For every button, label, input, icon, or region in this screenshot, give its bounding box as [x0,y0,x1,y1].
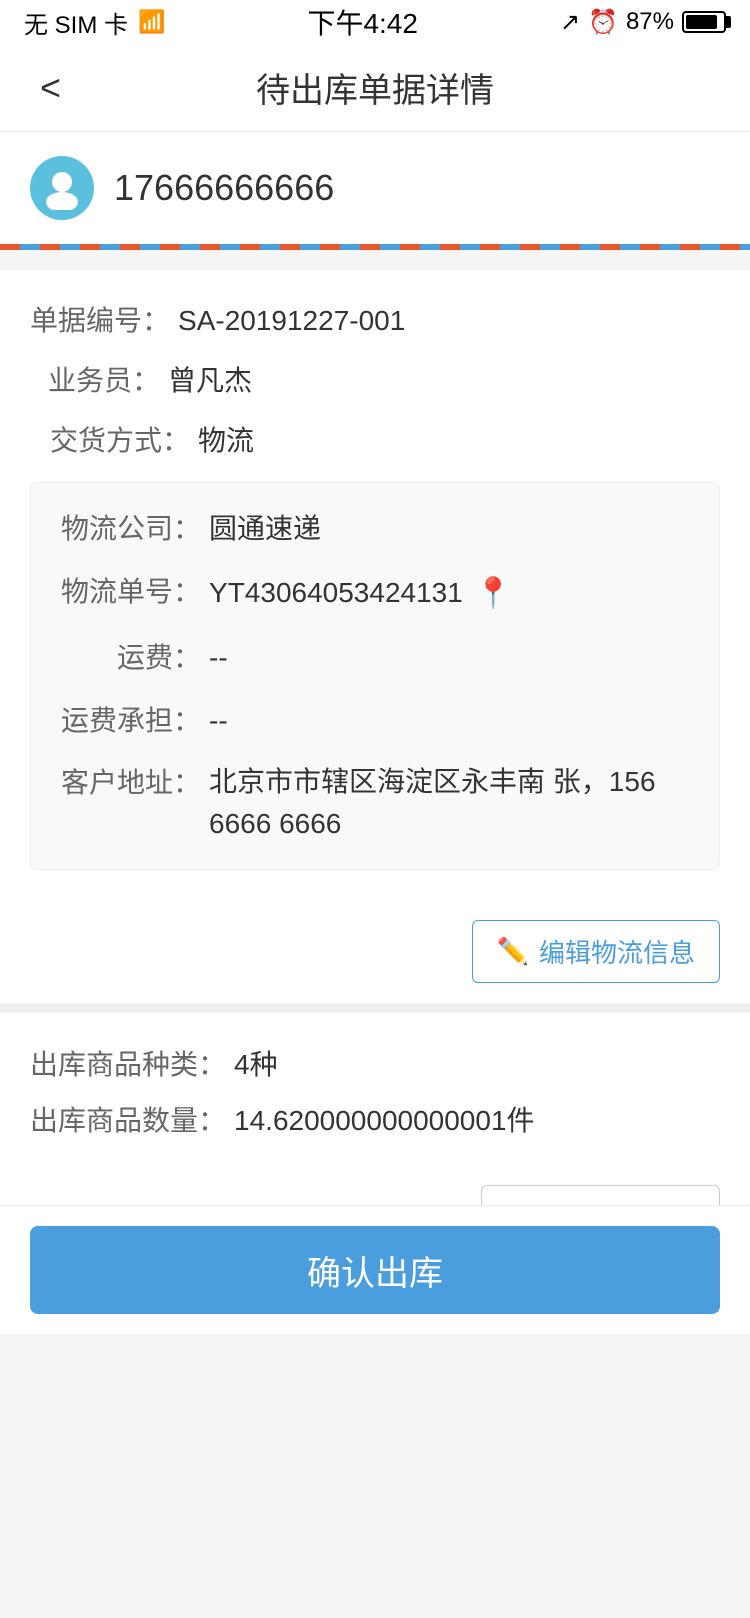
address-value: 北京市市辖区海淀区永丰南 张，156 6666 6666 [201,761,689,845]
freight-row: 运费： -- [61,636,689,681]
tracking-no-value: YT43064053424131 📍 [201,570,689,618]
goods-quantity-label: 出库商品数量： [30,1099,226,1139]
customer-section: 17666666666 [0,132,750,244]
tracking-no-row: 物流单号： YT43064053424131 📍 [61,570,689,618]
logistics-card: 物流公司： 圆通速递 物流单号： YT43064053424131 📍 运费： … [30,482,720,870]
address-label: 客户地址： [61,761,201,806]
order-no-value: SA-20191227-001 [170,300,720,342]
goods-section: 出库商品种类： 4种 出库商品数量： 14.620000000000001件 [0,1013,750,1175]
page-title: 待出库单据详情 [256,63,494,112]
section-divider [0,1003,750,1013]
edit-logistics-button[interactable]: ✏️ 编辑物流信息 [472,920,720,983]
location-service-icon: ↗ [560,8,580,37]
freight-value: -- [201,636,689,681]
order-info-section: 单据编号： SA-20191227-001 业务员： 曾凡杰 交货方式： 物流 … [0,270,750,900]
status-time: 下午4:42 [307,2,418,42]
status-left: 无 SIM 卡 📶 [24,5,165,40]
freight-bear-row: 运费承担： -- [61,699,689,744]
battery-icon [682,11,726,33]
user-avatar-icon [40,166,84,210]
logistics-company-value: 圆通速递 [201,507,689,552]
back-button[interactable]: < [30,57,71,119]
dashed-divider [0,244,750,250]
freight-bear-label: 运费承担： [61,699,201,744]
goods-type-value: 4种 [226,1043,278,1083]
sales-person-row: 业务员： 曾凡杰 [30,360,720,402]
status-bar: 无 SIM 卡 📶 下午4:42 ↗ ⏰ 87% [0,0,750,44]
delivery-method-value: 物流 [190,420,720,462]
alarm-icon: ⏰ [588,8,618,37]
avatar [30,156,94,220]
confirm-button-wrap: 确认出库 [0,1205,750,1334]
map-pin-icon[interactable]: 📍 [475,570,512,618]
battery-percent: 87% [626,8,674,36]
carrier-label: 无 SIM 卡 [24,5,128,40]
customer-phone: 17666666666 [114,167,334,209]
goods-quantity-row: 出库商品数量： 14.620000000000001件 [30,1099,720,1139]
goods-type-label: 出库商品种类： [30,1043,226,1083]
goods-quantity-value: 14.620000000000001件 [226,1099,535,1139]
order-no-label: 单据编号： [30,300,170,342]
goods-type-row: 出库商品种类： 4种 [30,1043,720,1083]
edit-logistics-label: 编辑物流信息 [539,933,695,970]
freight-bear-value: -- [201,699,689,744]
delivery-method-label: 交货方式： [30,420,190,462]
confirm-outbound-button[interactable]: 确认出库 [30,1226,720,1314]
freight-label: 运费： [61,636,201,681]
battery-fill [686,15,717,29]
delivery-method-row: 交货方式： 物流 [30,420,720,462]
tracking-no-label: 物流单号： [61,570,201,615]
edit-icon: ✏️ [497,936,529,967]
edit-logistics-wrap: ✏️ 编辑物流信息 [0,900,750,1003]
wifi-icon: 📶 [138,9,165,35]
status-right: ↗ ⏰ 87% [560,8,726,37]
nav-bar: < 待出库单据详情 [0,44,750,132]
logistics-company-row: 物流公司： 圆通速递 [61,507,689,552]
sales-person-value: 曾凡杰 [160,360,720,402]
order-no-row: 单据编号： SA-20191227-001 [30,300,720,342]
confirm-outbound-label: 确认出库 [307,1246,443,1295]
sales-person-label: 业务员： [30,360,160,402]
address-row: 客户地址： 北京市市辖区海淀区永丰南 张，156 6666 6666 [61,761,689,845]
logistics-company-label: 物流公司： [61,507,201,552]
